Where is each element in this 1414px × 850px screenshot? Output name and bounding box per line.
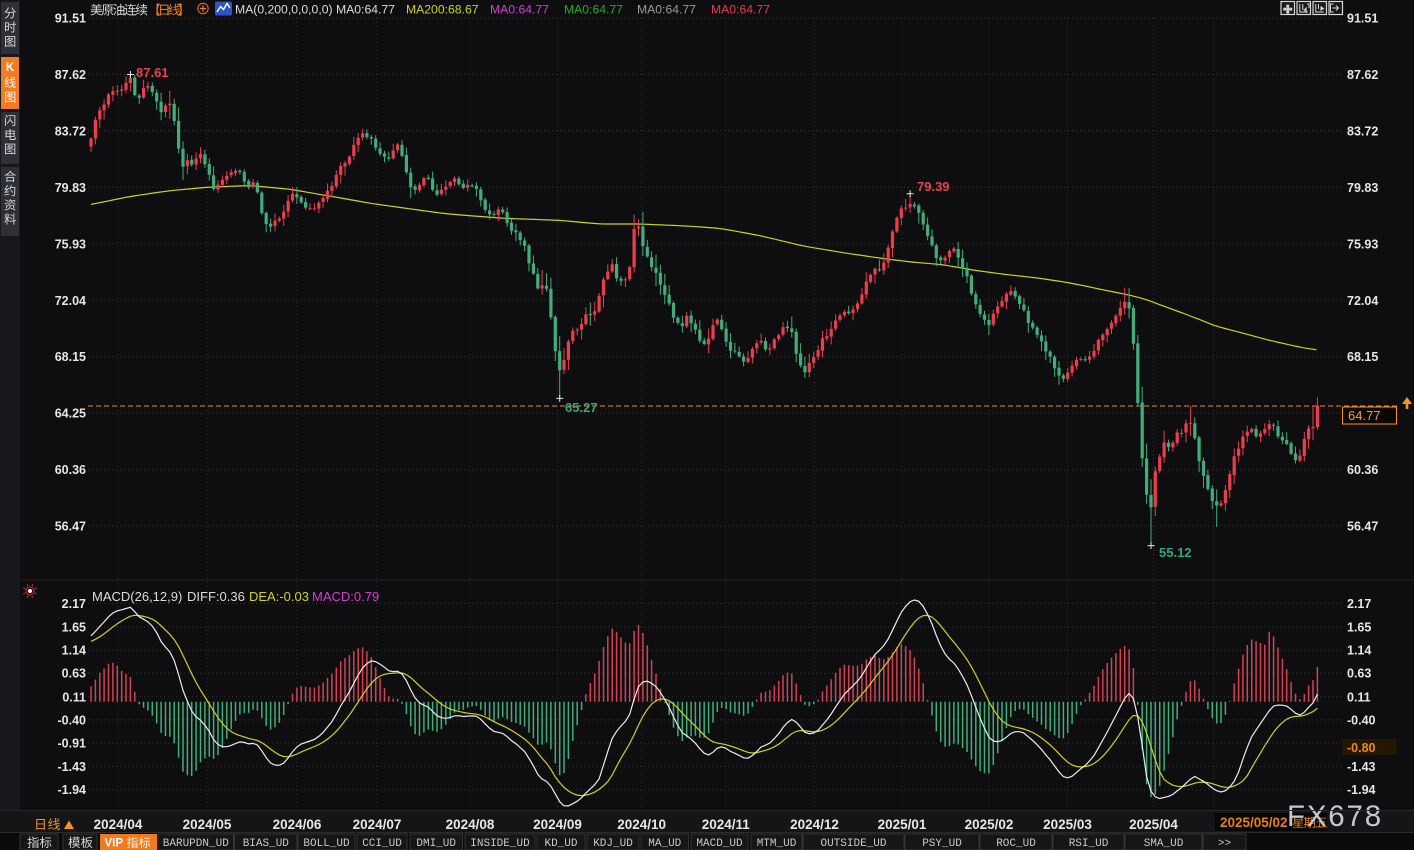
svg-text:1.65: 1.65 [62,621,86,635]
svg-text:MA0:64.77: MA0:64.77 [637,3,696,17]
svg-text:0.63: 0.63 [62,667,86,681]
svg-text:PSY_UD: PSY_UD [922,838,962,850]
svg-text:DEA:-0.03: DEA:-0.03 [249,589,309,604]
svg-text:64.77: 64.77 [1348,408,1381,423]
svg-text:64.25: 64.25 [55,407,86,421]
svg-text:MACD(26,12,9): MACD(26,12,9) [92,589,182,604]
svg-text:VIP: VIP [105,838,124,850]
svg-text:CCI_UD: CCI_UD [362,838,402,850]
svg-text:ROC_UD: ROC_UD [996,838,1036,850]
svg-text:2.17: 2.17 [62,597,86,611]
svg-text:2024/08: 2024/08 [446,817,495,832]
svg-text:INSIDE_UD: INSIDE_UD [470,838,530,850]
svg-text:65.27: 65.27 [565,400,598,415]
svg-text:MA0:64.77: MA0:64.77 [336,3,395,17]
svg-text:79.83: 79.83 [1347,181,1378,195]
svg-text:MA0:64.77: MA0:64.77 [490,3,549,17]
svg-text:2025/03: 2025/03 [1043,817,1092,832]
svg-text:2.17: 2.17 [1347,597,1371,611]
svg-text:2025/05/02: 2025/05/02 [1220,815,1288,830]
svg-text:-1.43: -1.43 [58,760,87,774]
svg-text:91.51: 91.51 [1347,12,1378,26]
svg-text:KD_UD: KD_UD [544,838,577,850]
svg-text:MA_UD: MA_UD [648,838,681,850]
svg-text:68.15: 68.15 [55,350,86,364]
svg-text:MA(0,200,0,0,0,0): MA(0,200,0,0,0,0) [235,3,333,17]
svg-text:2024/11: 2024/11 [702,817,751,832]
svg-text:87.62: 87.62 [55,68,86,82]
svg-text:0.63: 0.63 [1347,667,1371,681]
svg-text:2024/04: 2024/04 [94,817,143,832]
svg-text:1.14: 1.14 [62,644,86,658]
svg-text:2024/12: 2024/12 [790,817,839,832]
svg-text:83.72: 83.72 [1347,124,1378,138]
svg-text:-1.94: -1.94 [1347,783,1376,797]
svg-text:MA0:64.77: MA0:64.77 [564,3,623,17]
svg-text:RSI_UD: RSI_UD [1069,838,1109,850]
svg-text:83.72: 83.72 [55,124,86,138]
svg-text:-0.40: -0.40 [58,713,87,727]
svg-text:60.36: 60.36 [55,463,86,477]
svg-text:KDJ_UD: KDJ_UD [593,838,633,850]
svg-text:FX678: FX678 [1287,800,1383,833]
svg-text:-0.40: -0.40 [1347,713,1376,727]
svg-text:MA0:64.77: MA0:64.77 [711,3,770,17]
svg-text:BIAS_UD: BIAS_UD [243,838,290,850]
svg-text:-0.91: -0.91 [58,737,87,751]
svg-text:MACD:0.79: MACD:0.79 [312,589,379,604]
svg-text:87.62: 87.62 [1347,68,1378,82]
svg-text:68.15: 68.15 [1347,350,1378,364]
svg-text:MA200:68.67: MA200:68.67 [406,3,479,17]
svg-text:BARUPDN_UD: BARUPDN_UD [163,838,229,850]
svg-text:0.11: 0.11 [62,690,86,704]
svg-text:79.39: 79.39 [917,179,950,194]
svg-text:75.93: 75.93 [1347,237,1378,251]
svg-text:72.04: 72.04 [55,294,86,308]
svg-text:SMA_UD: SMA_UD [1144,838,1184,850]
svg-text:1.14: 1.14 [1347,644,1371,658]
svg-text:>>: >> [1218,838,1231,850]
svg-text:BOLL_UD: BOLL_UD [303,838,350,850]
svg-text:0.11: 0.11 [1347,690,1371,704]
svg-text:1.65: 1.65 [1347,621,1371,635]
svg-text:2025/02: 2025/02 [965,817,1014,832]
svg-text:2025/04: 2025/04 [1129,817,1178,832]
svg-text:-1.43: -1.43 [1347,760,1376,774]
svg-text:-1.94: -1.94 [58,783,87,797]
svg-text:OUTSIDE_UD: OUTSIDE_UD [820,838,886,850]
svg-text:56.47: 56.47 [1347,520,1378,534]
svg-text:2024/10: 2024/10 [617,817,666,832]
svg-text:79.83: 79.83 [55,181,86,195]
svg-text:DMI_UD: DMI_UD [416,838,456,850]
svg-text:2024/07: 2024/07 [353,817,402,832]
svg-text:2024/09: 2024/09 [533,817,582,832]
svg-text:87.61: 87.61 [136,65,169,80]
svg-text:2024/05: 2024/05 [183,817,232,832]
svg-text:91.51: 91.51 [55,12,86,26]
svg-text:MACD_UD: MACD_UD [696,838,743,850]
svg-text:60.36: 60.36 [1347,463,1378,477]
svg-text:DIFF:0.36: DIFF:0.36 [187,589,245,604]
svg-text:75.93: 75.93 [55,237,86,251]
svg-text:2024/06: 2024/06 [273,817,322,832]
svg-text:56.47: 56.47 [55,520,86,534]
svg-text:-0.80: -0.80 [1347,741,1376,755]
svg-text:55.12: 55.12 [1159,545,1192,560]
svg-text:MTM_UD: MTM_UD [757,838,797,850]
svg-text:72.04: 72.04 [1347,294,1378,308]
svg-text:K: K [6,62,15,74]
svg-text:2025/01: 2025/01 [878,817,927,832]
